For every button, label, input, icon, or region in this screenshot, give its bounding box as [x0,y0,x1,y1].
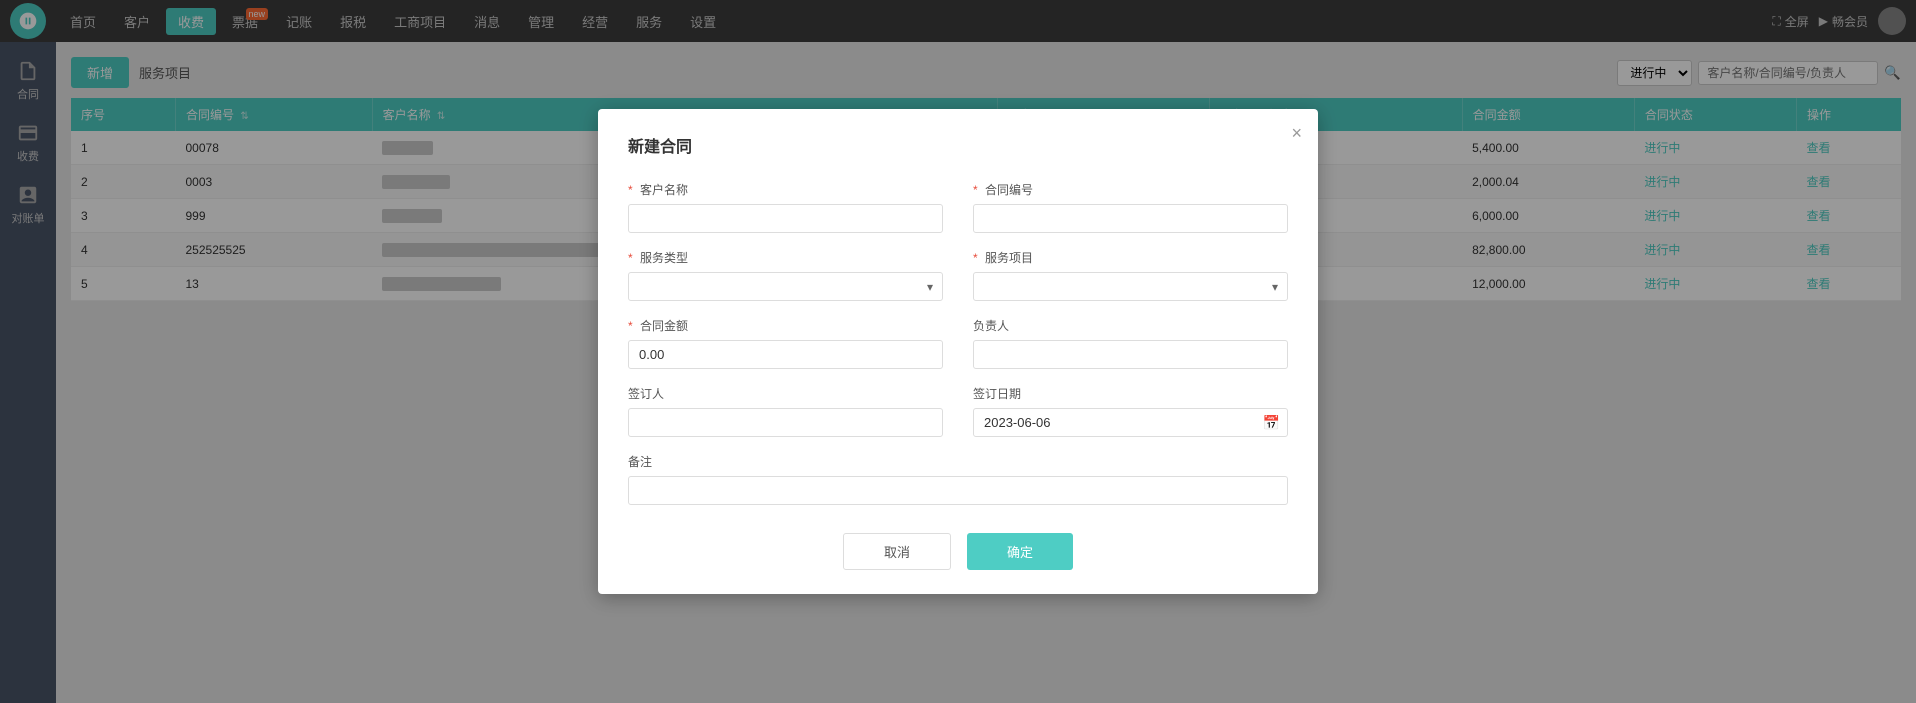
contract-no-input[interactable] [973,204,1288,233]
field-signer: 签订人 [628,385,943,437]
modal-close-button[interactable]: × [1291,123,1302,144]
modal-title: 新建合同 [628,133,1288,157]
field-amount: * 合同金额 [628,317,943,369]
contract-no-label: * 合同编号 [973,181,1288,198]
date-input-wrapper: 📅 [973,408,1288,437]
required-mark-5: * [628,319,633,333]
required-mark: * [628,183,633,197]
required-mark-3: * [628,251,633,265]
service-item-label: * 服务项目 [973,249,1288,266]
field-sign-date: 签订日期 📅 [973,385,1288,437]
signer-label: 签订人 [628,385,943,402]
required-mark-4: * [973,251,978,265]
responsible-label: 负责人 [973,317,1288,334]
field-contract-no: * 合同编号 [973,181,1288,233]
field-service-type: * 服务类型 [628,249,943,301]
service-item-select[interactable] [973,272,1288,301]
new-contract-modal: 新建合同 × * 客户名称 * 合同编号 [598,109,1318,594]
service-type-select-wrapper [628,272,943,301]
modal-overlay[interactable]: 新建合同 × * 客户名称 * 合同编号 [0,0,1916,703]
form-grid: * 客户名称 * 合同编号 * 服务类型 [628,181,1288,505]
remark-input[interactable] [628,476,1288,505]
remark-label: 备注 [628,453,1288,470]
signer-input[interactable] [628,408,943,437]
modal-footer: 取消 确定 [628,533,1288,570]
client-name-label: * 客户名称 [628,181,943,198]
field-service-item: * 服务项目 [973,249,1288,301]
client-name-input[interactable] [628,204,943,233]
cancel-button[interactable]: 取消 [843,533,951,570]
field-responsible: 负责人 [973,317,1288,369]
responsible-input[interactable] [973,340,1288,369]
field-client-name: * 客户名称 [628,181,943,233]
amount-label: * 合同金额 [628,317,943,334]
field-remark: 备注 [628,453,1288,505]
service-item-select-wrapper [973,272,1288,301]
sign-date-input[interactable] [973,408,1288,437]
sign-date-label: 签订日期 [973,385,1288,402]
service-type-select[interactable] [628,272,943,301]
amount-input[interactable] [628,340,943,369]
required-mark-2: * [973,183,978,197]
service-type-label-modal: * 服务类型 [628,249,943,266]
confirm-button[interactable]: 确定 [967,533,1073,570]
